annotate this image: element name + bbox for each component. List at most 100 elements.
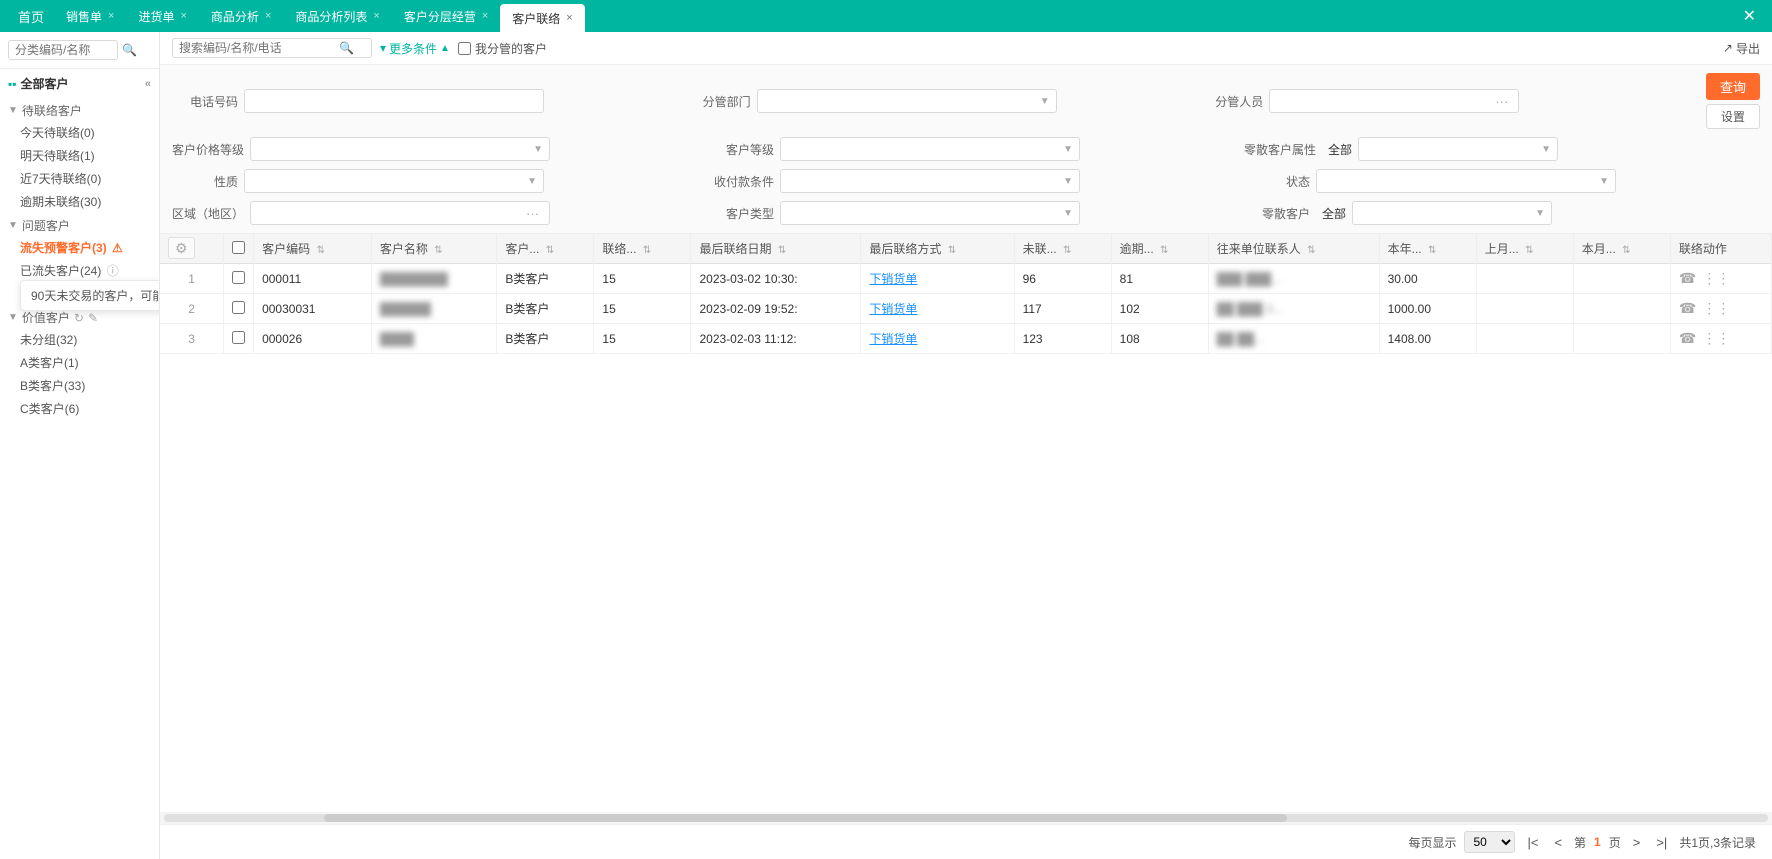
row-code: 000011 (254, 264, 372, 294)
filter-dept-select[interactable]: ▼ (757, 89, 1057, 113)
col-settings[interactable]: ⚙ (160, 234, 224, 264)
all-customers-header[interactable]: ▪▪ 全部客户 « (0, 69, 159, 98)
close-customer-contact-icon[interactable]: × (566, 12, 572, 24)
sidebar-group-risk[interactable]: ▼ 问题客户 (0, 213, 159, 236)
sidebar-item-overdue-contact[interactable]: 逾期未联络(30) (0, 190, 159, 213)
sort-icon-last-date[interactable]: ⇅ (778, 245, 786, 256)
sidebar-item-7days[interactable]: 近7天待联络(0) (0, 167, 159, 190)
filter-customer-level-select[interactable]: ▼ (780, 137, 1080, 161)
sort-icon-type[interactable]: ⇅ (546, 245, 554, 256)
contact-icon[interactable]: ☎ (1679, 300, 1696, 317)
export-button[interactable]: ↗ 导出 (1723, 40, 1760, 57)
filter-phone-input[interactable] (244, 89, 544, 113)
row-last-way[interactable]: 下销货单 (861, 324, 1014, 354)
sort-icon-uncontacted[interactable]: ⇅ (1063, 245, 1071, 256)
prev-page-button[interactable]: < (1550, 834, 1566, 851)
close-all-button[interactable]: ✕ (1735, 6, 1764, 26)
row-checkbox[interactable] (232, 331, 245, 344)
select-all-checkbox[interactable] (232, 241, 245, 254)
more-action-icon[interactable]: ⋮⋮ (1702, 330, 1730, 347)
settings-button[interactable]: 设置 (1706, 104, 1760, 129)
filter-retail-attr-select[interactable]: ▼ (1358, 137, 1558, 161)
more-icon[interactable]: ··· (1491, 94, 1512, 109)
sidebar-item-a-class[interactable]: A类客户(1) (0, 351, 159, 374)
scrollbar-thumb[interactable] (324, 814, 1286, 822)
row-last-way[interactable]: 下销货单 (861, 264, 1014, 294)
sort-icon-contact[interactable]: ⇅ (643, 245, 651, 256)
contact-icon[interactable]: ☎ (1679, 270, 1696, 287)
nav-purchase[interactable]: 进货单 × (126, 0, 198, 32)
filter-nature-select[interactable]: ▼ (244, 169, 544, 193)
edit-icon[interactable]: ✎ (88, 311, 98, 325)
filter-region-label: 区域（地区） (172, 205, 250, 222)
row-overdue: 81 (1111, 264, 1208, 294)
filter-customer-type-select[interactable]: ▼ (780, 201, 1080, 225)
sort-icon-contacts[interactable]: ⇅ (1307, 245, 1315, 256)
first-page-button[interactable]: |< (1523, 834, 1542, 851)
filter-payment-select[interactable]: ▼ (780, 169, 1080, 193)
row-this-year: 1000.00 (1379, 294, 1476, 324)
row-last-way[interactable]: 下销货单 (861, 294, 1014, 324)
scrollbar-track (164, 814, 1768, 822)
row-contacts: ██ ███ 3... (1208, 294, 1379, 324)
filter-price-level-select[interactable]: ▼ (250, 137, 550, 161)
sidebar-item-today[interactable]: 今天待联络(0) (0, 121, 159, 144)
nav-customer-tier[interactable]: 客户分层经营 × (392, 0, 500, 32)
more-filter-button[interactable]: ▾ 更多条件 ▲ (380, 40, 450, 57)
sort-icon-code[interactable]: ⇅ (316, 245, 324, 256)
sidebar-item-c-class[interactable]: C类客户(6) (0, 397, 159, 420)
sort-icon-overdue[interactable]: ⇅ (1160, 245, 1168, 256)
more-action-icon[interactable]: ⋮⋮ (1702, 300, 1730, 317)
last-page-button[interactable]: >| (1652, 834, 1671, 851)
horizontal-scrollbar[interactable] (160, 812, 1772, 824)
row-checkbox[interactable] (232, 271, 245, 284)
chevron-down-icon-4: ▼ (1541, 144, 1551, 155)
row-checkbox[interactable] (232, 301, 245, 314)
close-analysis-icon[interactable]: × (265, 10, 271, 22)
row-contacts: ███ ███... (1208, 264, 1379, 294)
per-page-select[interactable]: 50 10 20 100 (1464, 831, 1515, 853)
filter-person-select[interactable]: ··· (1269, 89, 1519, 113)
nav-sales[interactable]: 销售单 × (54, 0, 126, 32)
close-analysis-list-icon[interactable]: × (373, 10, 379, 22)
filter-region-select[interactable]: ··· (250, 201, 550, 225)
row-type: B类客户 (497, 264, 594, 294)
nav-home[interactable]: 首页 (8, 0, 54, 32)
contact-icon[interactable]: ☎ (1679, 330, 1696, 347)
search-submit-icon[interactable]: 🔍 (339, 41, 354, 55)
query-button[interactable]: 查询 (1706, 73, 1760, 100)
sort-icon-this-month[interactable]: ⇅ (1622, 245, 1630, 256)
sidebar-group-pending[interactable]: ▼ 待联络客户 (0, 98, 159, 121)
sidebar-item-tomorrow[interactable]: 明天待联络(1) (0, 144, 159, 167)
sort-icon-last-month[interactable]: ⇅ (1525, 245, 1533, 256)
search-input[interactable] (179, 41, 339, 55)
sidebar-item-churned[interactable]: 已流失客户(24) ⓘ (0, 259, 159, 282)
more-icon-2[interactable]: ··· (522, 206, 543, 221)
next-page-button[interactable]: > (1629, 834, 1645, 851)
sidebar-item-ungrouped[interactable]: 未分组(32) (0, 328, 159, 351)
sidebar-collapse-icon[interactable]: « (145, 78, 151, 90)
close-purchase-icon[interactable]: × (180, 10, 186, 22)
close-customer-tier-icon[interactable]: × (482, 10, 488, 22)
filter-status-select[interactable]: ▼ (1316, 169, 1616, 193)
sidebar-search-input[interactable] (8, 40, 118, 60)
nav-analysis[interactable]: 商品分析 × (199, 0, 283, 32)
sidebar-item-b-class[interactable]: B类客户(33) (0, 374, 159, 397)
nav-customer-contact[interactable]: 客户联络 × (500, 4, 584, 32)
close-sales-icon[interactable]: × (108, 10, 114, 22)
nav-analysis-list[interactable]: 商品分析列表 × (283, 0, 391, 32)
sidebar-search-icon[interactable]: 🔍 (122, 43, 137, 57)
more-action-icon[interactable]: ⋮⋮ (1702, 270, 1730, 287)
refresh-icon[interactable]: ↻ (74, 311, 84, 325)
table-settings-icon[interactable]: ⚙ (168, 237, 195, 259)
sidebar-item-churn-warning[interactable]: 流失预警客户(3) ⚠ (0, 236, 159, 259)
my-customers-checkbox[interactable] (458, 42, 471, 55)
sort-icon-name[interactable]: ⇅ (434, 245, 442, 256)
filter-retail-select[interactable]: ▼ (1352, 201, 1552, 225)
filter-dept-label: 分管部门 (685, 93, 757, 110)
filter-person-label: 分管人员 (1197, 93, 1269, 110)
current-page: 1 (1594, 835, 1601, 849)
row-overdue: 102 (1111, 294, 1208, 324)
sort-icon-this-year[interactable]: ⇅ (1428, 245, 1436, 256)
sort-icon-last-way[interactable]: ⇅ (948, 245, 956, 256)
